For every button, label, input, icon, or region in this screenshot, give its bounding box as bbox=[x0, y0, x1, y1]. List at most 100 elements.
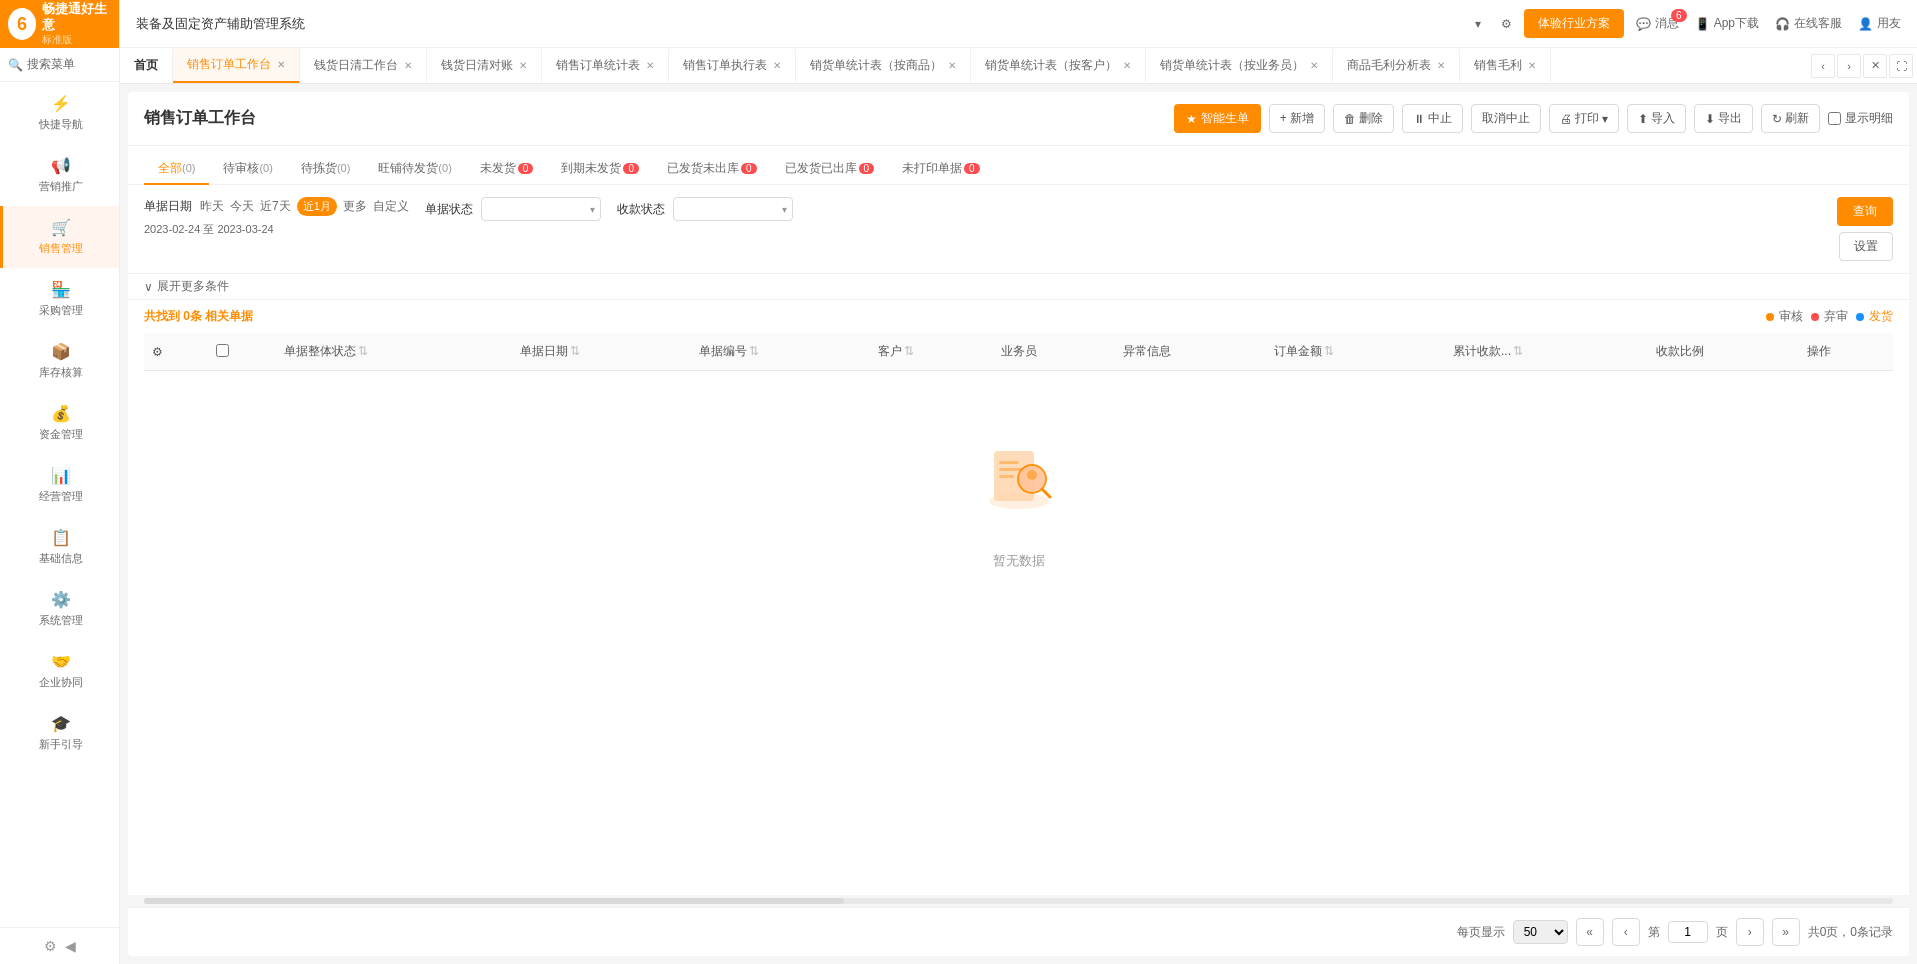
add-btn[interactable]: + 新增 bbox=[1269, 104, 1325, 133]
message-btn[interactable]: 💬 消息 6 bbox=[1636, 15, 1679, 32]
show-detail-input[interactable] bbox=[1828, 112, 1841, 125]
tab-product-margin[interactable]: 商品毛利分析表 ✕ bbox=[1333, 49, 1460, 82]
page-number-input[interactable] bbox=[1668, 921, 1708, 943]
sub-tab-pending-inspect[interactable]: 待拣货(0) bbox=[287, 154, 364, 185]
tab-close-icon[interactable]: ✕ bbox=[277, 59, 285, 70]
customer-sort-icon[interactable]: ⇅ bbox=[904, 344, 914, 358]
sub-tab-overdue[interactable]: 到期未发货0 bbox=[547, 154, 653, 185]
tab-close-icon[interactable]: ✕ bbox=[773, 60, 781, 71]
sub-tab-shipped-warehoused[interactable]: 已发货已出库0 bbox=[771, 154, 889, 185]
tab-close-icon[interactable]: ✕ bbox=[948, 60, 956, 71]
select-all-checkbox[interactable] bbox=[216, 344, 229, 357]
tab-close-icon[interactable]: ✕ bbox=[404, 60, 412, 71]
date-shortcut-1month[interactable]: 近1月 bbox=[297, 197, 337, 216]
tab-close-icon[interactable]: ✕ bbox=[519, 60, 527, 71]
audit-action-btn[interactable]: 审核 bbox=[1766, 308, 1803, 325]
sidebar-item-system[interactable]: ⚙️ 系统管理 bbox=[0, 578, 119, 640]
tab-close-icon[interactable]: ✕ bbox=[646, 60, 654, 71]
tab-close-icon[interactable]: ✕ bbox=[1528, 60, 1536, 71]
delete-btn[interactable]: 🗑 删除 bbox=[1333, 104, 1394, 133]
header-settings-btn[interactable]: ⚙ bbox=[1501, 17, 1512, 31]
scroll-track[interactable] bbox=[144, 898, 1893, 904]
tab-sales-profit[interactable]: 销售毛利 ✕ bbox=[1460, 49, 1551, 82]
tab-next-btn[interactable]: › bbox=[1837, 54, 1861, 78]
sidebar-item-basic-info[interactable]: 📋 基础信息 bbox=[0, 516, 119, 578]
horizontal-scrollbar[interactable] bbox=[128, 895, 1909, 907]
sidebar-item-sales[interactable]: 🛒 销售管理 bbox=[0, 206, 119, 268]
tab-cash-reconcile[interactable]: 钱货日清对账 ✕ bbox=[427, 49, 542, 82]
print-dropdown-icon: ▾ bbox=[1602, 112, 1608, 126]
payment-filter-select[interactable] bbox=[673, 197, 793, 221]
sub-tab-wangpu[interactable]: 旺铺待发货(0) bbox=[364, 154, 465, 185]
sub-tab-not-printed[interactable]: 未打印单据0 bbox=[888, 154, 994, 185]
tab-cash-daily[interactable]: 钱货日清工作台 ✕ bbox=[300, 49, 427, 82]
prev-page-btn[interactable]: ‹ bbox=[1612, 918, 1640, 946]
collected-sort-icon[interactable]: ⇅ bbox=[1513, 344, 1523, 358]
tab-sales-stat-staff[interactable]: 销货单统计表（按业务员） ✕ bbox=[1146, 49, 1333, 82]
number-sort-icon[interactable]: ⇅ bbox=[749, 344, 759, 358]
tab-prev-btn[interactable]: ‹ bbox=[1811, 54, 1835, 78]
show-detail-checkbox[interactable]: 显示明细 bbox=[1828, 110, 1893, 127]
tab-close-icon[interactable]: ✕ bbox=[1437, 60, 1445, 71]
suspend-btn[interactable]: ⏸ 中止 bbox=[1402, 104, 1463, 133]
sidebar-item-guide[interactable]: 🎓 新手引导 bbox=[0, 702, 119, 764]
import-btn[interactable]: ⬆ 导入 bbox=[1627, 104, 1686, 133]
settings-bottom-icon[interactable]: ⚙ bbox=[44, 938, 57, 954]
expand-filter-btn[interactable]: ∨ 展开更多条件 bbox=[144, 278, 1893, 295]
expand-label: 展开更多条件 bbox=[157, 278, 229, 295]
collapse-sidebar-icon[interactable]: ◀ bbox=[65, 938, 76, 954]
first-page-btn[interactable]: « bbox=[1576, 918, 1604, 946]
user-menu-btn[interactable]: 👤 用友 bbox=[1858, 15, 1901, 32]
tab-fullscreen-btn[interactable]: ⛶ bbox=[1889, 54, 1913, 78]
sidebar-item-purchase[interactable]: 🏪 采购管理 bbox=[0, 268, 119, 330]
date-shortcut-7days[interactable]: 近7天 bbox=[260, 198, 291, 215]
date-shortcut-yesterday[interactable]: 昨天 bbox=[200, 198, 224, 215]
amount-sort-icon[interactable]: ⇅ bbox=[1324, 344, 1334, 358]
tab-close-all-btn[interactable]: ✕ bbox=[1863, 54, 1887, 78]
sub-tab-all[interactable]: 全部(0) bbox=[144, 154, 209, 185]
export-btn[interactable]: ⬇ 导出 bbox=[1694, 104, 1753, 133]
status-sort-icon[interactable]: ⇅ bbox=[358, 344, 368, 358]
tab-sales-order-workbench[interactable]: 销售订单工作台 ✕ bbox=[173, 48, 300, 83]
sidebar-search[interactable]: 🔍 搜索菜单 bbox=[0, 48, 119, 82]
tab-close-icon[interactable]: ✕ bbox=[1310, 60, 1318, 71]
scroll-thumb[interactable] bbox=[144, 898, 844, 904]
tab-sales-exec[interactable]: 销售订单执行表 ✕ bbox=[669, 49, 796, 82]
query-btn[interactable]: 查询 bbox=[1837, 197, 1893, 226]
print-btn[interactable]: 🖨 打印 ▾ bbox=[1549, 104, 1619, 133]
ship-action-btn[interactable]: 发货 bbox=[1856, 308, 1893, 325]
date-shortcut-today[interactable]: 今天 bbox=[230, 198, 254, 215]
cancel-suspend-btn[interactable]: 取消中止 bbox=[1471, 104, 1541, 133]
last-page-btn[interactable]: » bbox=[1772, 918, 1800, 946]
tab-sales-stat-customer[interactable]: 销货单统计表（按客户） ✕ bbox=[971, 49, 1146, 82]
sub-tab-shipped-not-warehoused[interactable]: 已发货未出库0 bbox=[653, 154, 771, 185]
settings-col-icon[interactable]: ⚙ bbox=[152, 345, 163, 359]
solution-btn[interactable]: 体验行业方案 bbox=[1524, 9, 1624, 38]
abandon-audit-action-btn[interactable]: 弃审 bbox=[1811, 308, 1848, 325]
date-sort-icon[interactable]: ⇅ bbox=[570, 344, 580, 358]
system-dropdown[interactable]: ▾ bbox=[1475, 17, 1481, 31]
tab-close-icon[interactable]: ✕ bbox=[1123, 60, 1131, 71]
date-shortcut-more[interactable]: 更多 bbox=[343, 198, 367, 215]
online-service-btn[interactable]: 🎧 在线客服 bbox=[1775, 15, 1842, 32]
page-suffix: 页 bbox=[1716, 924, 1728, 941]
sidebar-item-inventory[interactable]: 📦 库存核算 bbox=[0, 330, 119, 392]
tab-sales-stat[interactable]: 销售订单统计表 ✕ bbox=[542, 49, 669, 82]
app-download-btn[interactable]: 📱 App下载 bbox=[1695, 15, 1759, 32]
page-size-select[interactable]: 50 10 20 100 bbox=[1513, 920, 1568, 944]
sidebar-item-enterprise[interactable]: 🤝 企业协同 bbox=[0, 640, 119, 702]
next-page-btn[interactable]: › bbox=[1736, 918, 1764, 946]
status-filter-select[interactable] bbox=[481, 197, 601, 221]
sidebar-item-marketing[interactable]: 📢 营销推广 bbox=[0, 144, 119, 206]
refresh-btn[interactable]: ↻ 刷新 bbox=[1761, 104, 1820, 133]
sidebar-item-finance[interactable]: 💰 资金管理 bbox=[0, 392, 119, 454]
sub-tab-not-shipped[interactable]: 未发货0 bbox=[466, 154, 548, 185]
filter-setting-btn[interactable]: 设置 bbox=[1839, 232, 1893, 261]
sidebar-item-operations[interactable]: 📊 经营管理 bbox=[0, 454, 119, 516]
smart-create-btn[interactable]: ★ 智能生单 bbox=[1174, 104, 1261, 133]
tab-home[interactable]: 首页 bbox=[120, 49, 173, 82]
sidebar-item-quick-nav[interactable]: ⚡ 快捷导航 bbox=[0, 82, 119, 144]
date-shortcut-custom[interactable]: 自定义 bbox=[373, 198, 409, 215]
sub-tab-pending-audit[interactable]: 待审核(0) bbox=[209, 154, 286, 185]
tab-sales-stat-product[interactable]: 销货单统计表（按商品） ✕ bbox=[796, 49, 971, 82]
